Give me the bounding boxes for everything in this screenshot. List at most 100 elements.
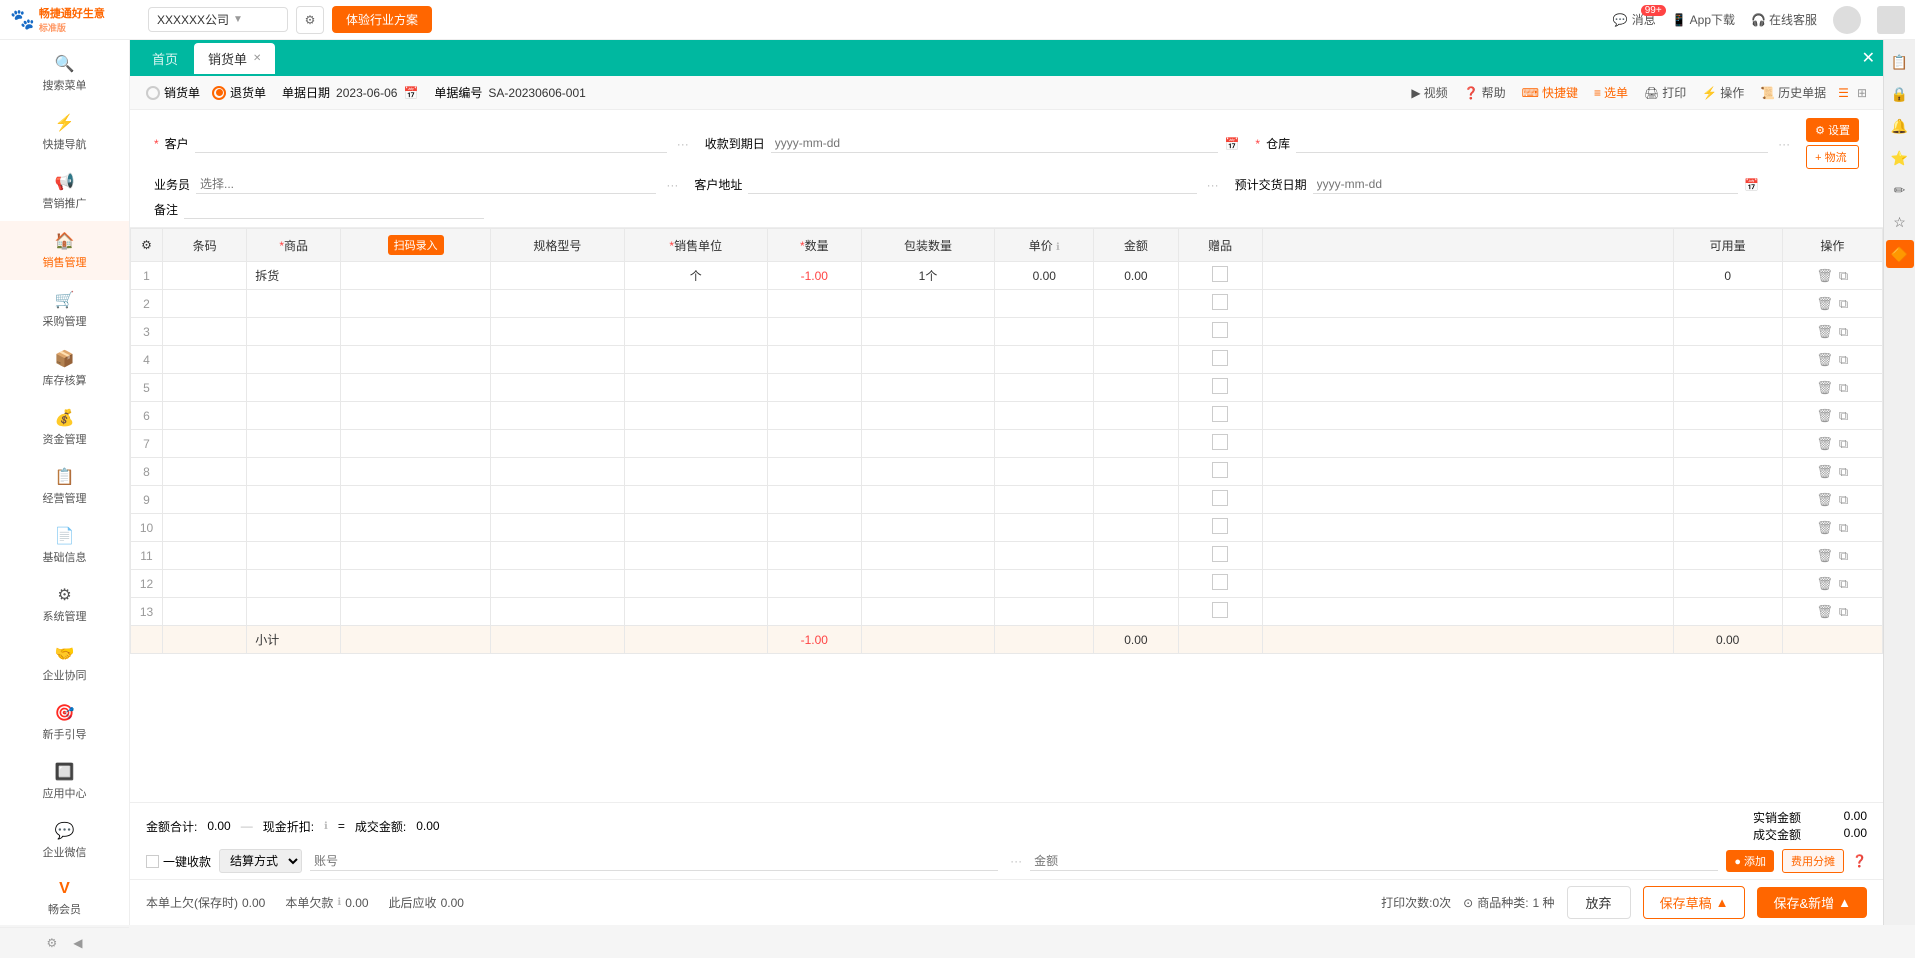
sidebar-item-marketing[interactable]: 📢 营销推广	[0, 162, 129, 221]
settings-icon[interactable]: ⚙	[296, 6, 324, 34]
payment-method-select[interactable]: 结算方式	[219, 849, 302, 873]
address-dots[interactable]: ···	[1207, 178, 1219, 192]
calendar-icon-delivery[interactable]: 📅	[1744, 178, 1759, 192]
gift-checkbox-13[interactable]	[1212, 602, 1228, 618]
expense-info-icon[interactable]: ❓	[1852, 854, 1867, 868]
notification-area[interactable]: 💬 消息 99+	[1613, 11, 1656, 28]
row-unit-1[interactable]: 个	[624, 262, 767, 290]
history-btn[interactable]: 📜 历史单据	[1756, 82, 1830, 103]
copy-icon-3[interactable]: ⧉	[1839, 324, 1848, 340]
app-download[interactable]: 📱 App下载	[1672, 11, 1735, 28]
view-toggle-grid[interactable]: ⊞	[1857, 86, 1867, 100]
copy-icon-12[interactable]: ⧉	[1839, 576, 1848, 592]
copy-icon-6[interactable]: ⧉	[1839, 408, 1848, 424]
delete-icon-1[interactable]: 🗑	[1816, 268, 1833, 284]
sidebar-item-basics[interactable]: 📄 基础信息	[0, 516, 129, 575]
delete-icon-12[interactable]: 🗑	[1816, 576, 1833, 592]
notes-input[interactable]	[184, 200, 484, 219]
copy-icon-9[interactable]: ⧉	[1839, 492, 1848, 508]
th-settings[interactable]: ⚙	[131, 229, 163, 262]
gift-checkbox-7[interactable]	[1212, 434, 1228, 450]
copy-icon-4[interactable]: ⧉	[1839, 352, 1848, 368]
row-barcode-1[interactable]	[163, 262, 247, 290]
right-panel-notes-icon[interactable]: 📋	[1886, 48, 1914, 76]
sidebar-item-purchase[interactable]: 🛒 采购管理	[0, 280, 129, 339]
gift-checkbox-5[interactable]	[1212, 378, 1228, 394]
save-draft-button[interactable]: 保存草稿 ▲	[1643, 886, 1746, 919]
copy-icon-8[interactable]: ⧉	[1839, 464, 1848, 480]
shortcut-btn[interactable]: ⌨ 快捷键	[1518, 82, 1582, 103]
tab-close-icon[interactable]: ✕	[253, 53, 261, 64]
gift-checkbox-8[interactable]	[1212, 462, 1228, 478]
discard-button[interactable]: 放弃	[1567, 886, 1631, 919]
sidebar-item-search[interactable]: 🔍 搜索菜单	[0, 44, 129, 103]
delete-icon-2[interactable]: 🗑	[1816, 296, 1833, 312]
copy-icon-7[interactable]: ⧉	[1839, 436, 1848, 452]
row-pack-qty-1[interactable]: 1个	[861, 262, 995, 290]
row-amount-1[interactable]: 0.00	[1094, 262, 1178, 290]
row-spec-1[interactable]	[491, 262, 625, 290]
account-dots[interactable]: ···	[1010, 854, 1022, 868]
row-quantity-1[interactable]: -1.00	[767, 262, 861, 290]
gift-checkbox-2[interactable]	[1212, 294, 1228, 310]
gift-checkbox-3[interactable]	[1212, 322, 1228, 338]
delete-icon-13[interactable]: 🗑	[1816, 604, 1833, 620]
delete-icon-6[interactable]: 🗑	[1816, 408, 1833, 424]
right-panel-bell-icon[interactable]: 🔔	[1886, 112, 1914, 140]
payment-due-input[interactable]	[771, 134, 1219, 153]
delete-icon-10[interactable]: 🗑	[1816, 520, 1833, 536]
sidebar-collapse-icon[interactable]: ◀	[73, 936, 82, 950]
sidebar-item-inventory[interactable]: 📦 库存核算	[0, 339, 129, 398]
right-panel-lock-icon[interactable]: 🔒	[1886, 80, 1914, 108]
expected-delivery-input[interactable]	[1313, 175, 1738, 194]
customer-dots[interactable]: ···	[677, 137, 689, 151]
gift-checkbox-10[interactable]	[1212, 518, 1228, 534]
settings-button[interactable]: ⚙ 设置	[1806, 118, 1859, 142]
copy-icon-2[interactable]: ⧉	[1839, 296, 1848, 312]
calendar-icon-payment[interactable]: 📅	[1224, 137, 1239, 151]
choose-btn[interactable]: ≡ 选单	[1590, 82, 1632, 103]
tab-sales-order[interactable]: 销货单 ✕	[194, 43, 275, 74]
sidebar-item-wechat[interactable]: 💬 企业微信	[0, 811, 129, 870]
add-button[interactable]: ● 添加	[1726, 850, 1774, 872]
salesperson-input[interactable]	[196, 175, 656, 194]
row-gift-1[interactable]	[1178, 262, 1262, 290]
tab-home[interactable]: 首页	[138, 43, 192, 74]
customer-input[interactable]	[195, 134, 667, 153]
right-panel-active-icon[interactable]: 🔶	[1886, 240, 1914, 268]
sidebar-item-member[interactable]: V 畅会员	[0, 870, 129, 927]
delete-icon-9[interactable]: 🗑	[1816, 492, 1833, 508]
scan-button[interactable]: 扫码录入	[388, 235, 444, 255]
view-toggle-list[interactable]: ☰	[1838, 86, 1849, 100]
user-menu[interactable]	[1877, 6, 1905, 34]
online-service[interactable]: 🎧 在线客服	[1751, 11, 1817, 28]
gift-checkbox-12[interactable]	[1212, 574, 1228, 590]
copy-icon-10[interactable]: ⧉	[1839, 520, 1848, 536]
delete-icon-8[interactable]: 🗑	[1816, 464, 1833, 480]
delete-icon-7[interactable]: 🗑	[1816, 436, 1833, 452]
save-new-button[interactable]: 保存&新增 ▲	[1757, 887, 1867, 918]
delete-icon-5[interactable]: 🗑	[1816, 380, 1833, 396]
calendar-icon[interactable]: 📅	[403, 86, 418, 100]
customer-address-input[interactable]	[748, 175, 1196, 194]
sidebar-item-guide[interactable]: 🎯 新手引导	[0, 693, 129, 752]
tab-bar-close-icon[interactable]: ✕	[1862, 48, 1875, 68]
amount-input[interactable]	[1030, 852, 1718, 871]
warehouse-dots[interactable]: ···	[1778, 137, 1790, 151]
right-panel-edit-icon[interactable]: ✏	[1886, 176, 1914, 204]
sidebar-item-collab[interactable]: 🤝 企业协同	[0, 634, 129, 693]
account-input[interactable]	[310, 852, 998, 871]
help-btn[interactable]: ❓ 帮助	[1460, 82, 1510, 103]
delete-icon-11[interactable]: 🗑	[1816, 548, 1833, 564]
sidebar-item-finance[interactable]: 💰 资金管理	[0, 398, 129, 457]
gift-checkbox-4[interactable]	[1212, 350, 1228, 366]
sidebar-item-operations[interactable]: 📋 经营管理	[0, 457, 129, 516]
delete-icon-4[interactable]: 🗑	[1816, 352, 1833, 368]
gift-checkbox-6[interactable]	[1212, 406, 1228, 422]
row-unit-price-1[interactable]: 0.00	[995, 262, 1094, 290]
copy-icon-11[interactable]: ⧉	[1839, 548, 1848, 564]
copy-icon-5[interactable]: ⧉	[1839, 380, 1848, 396]
operation-btn[interactable]: ⚡ 操作	[1698, 82, 1748, 103]
trial-button[interactable]: 体验行业方案	[332, 6, 432, 33]
logistics-button[interactable]: + 物流	[1806, 145, 1859, 169]
